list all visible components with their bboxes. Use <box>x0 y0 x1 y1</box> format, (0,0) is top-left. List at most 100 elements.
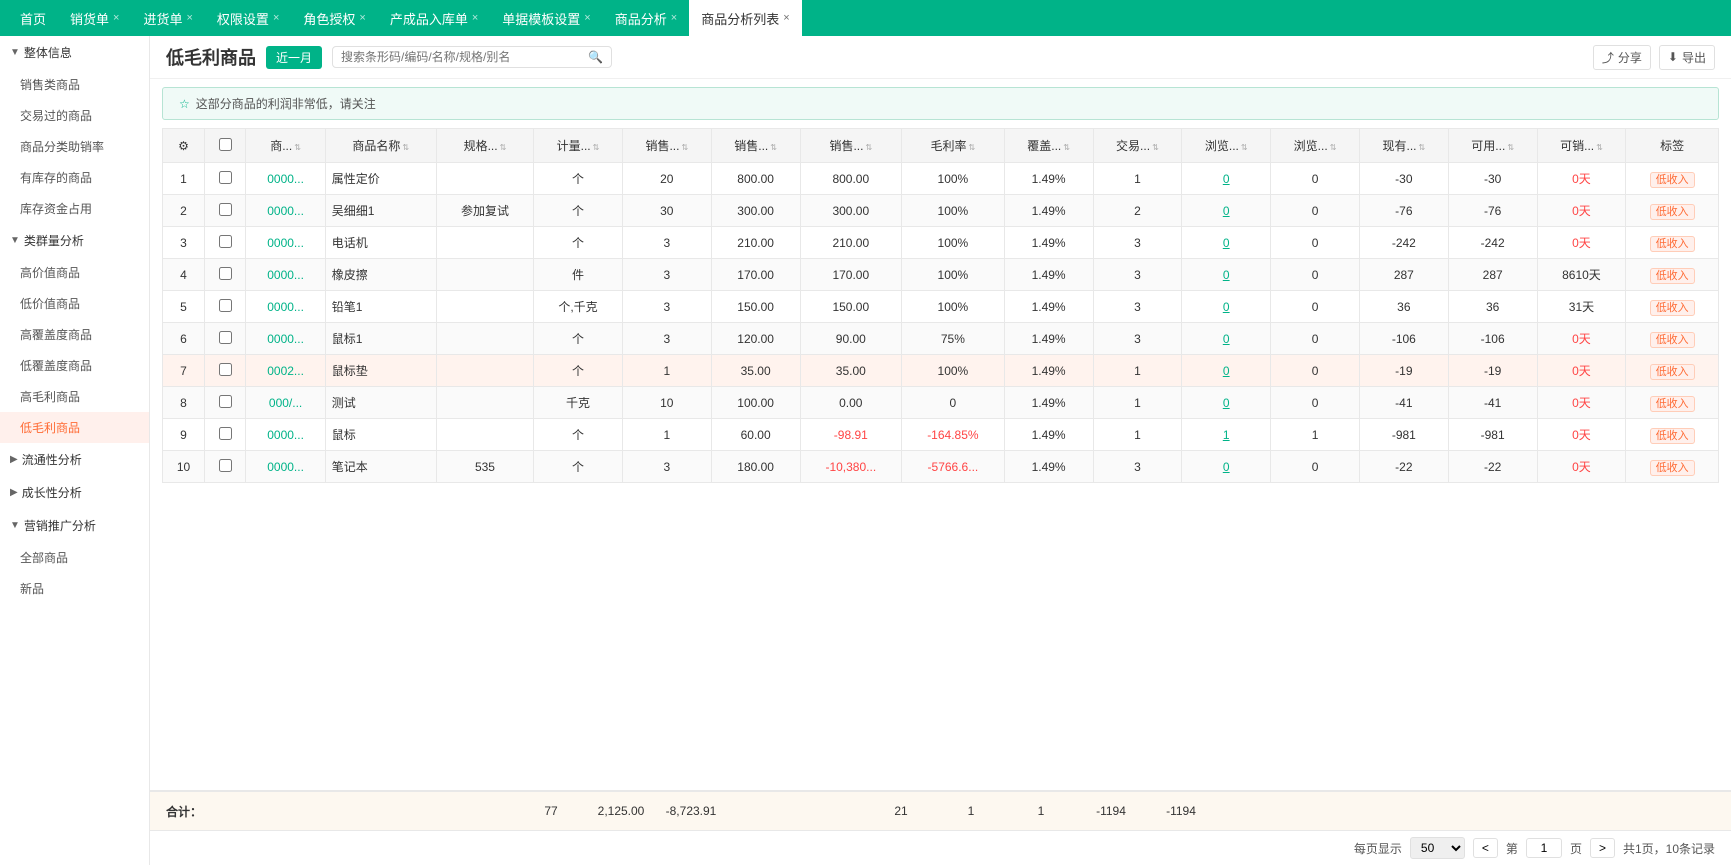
row-views1[interactable]: 0 <box>1182 227 1271 259</box>
sidebar-item-sales-products[interactable]: 销售类商品 <box>0 69 149 100</box>
row-checkbox[interactable] <box>205 451 246 483</box>
sort-icon[interactable]: ⇅ <box>1241 143 1248 152</box>
page-size-select[interactable]: 50 20 100 <box>1410 837 1465 859</box>
close-icon[interactable]: × <box>273 12 279 24</box>
row-gross-margin: -5766.6... <box>902 451 1005 483</box>
sort-icon[interactable]: ⇅ <box>969 143 976 152</box>
row-checkbox[interactable] <box>205 163 246 195</box>
row-views1[interactable]: 0 <box>1182 355 1271 387</box>
row-views1[interactable]: 0 <box>1182 323 1271 355</box>
page-number-input[interactable] <box>1526 838 1562 858</box>
sidebar-section-marketing[interactable]: ▼ 营销推广分析 <box>0 509 149 542</box>
sort-icon[interactable]: ⇅ <box>294 143 301 152</box>
search-icon[interactable]: 🔍 <box>588 50 603 64</box>
share-button[interactable]: ⤴ 分享 <box>1593 45 1651 70</box>
tag-badge: 低收入 <box>1650 172 1695 188</box>
row-views2: 1 <box>1271 419 1360 451</box>
settings-icon[interactable]: ⚙ <box>178 139 189 153</box>
sidebar-item-low-value[interactable]: 低价值商品 <box>0 288 149 319</box>
row-views1[interactable]: 1 <box>1182 419 1271 451</box>
sidebar-item-low-coverage[interactable]: 低覆盖度商品 <box>0 350 149 381</box>
row-checkbox[interactable] <box>205 355 246 387</box>
nav-role-auth[interactable]: 角色授权 × <box>291 0 377 36</box>
row-sales-price: 60.00 <box>711 419 800 451</box>
sort-icon[interactable]: ⇅ <box>1330 143 1337 152</box>
sort-icon[interactable]: ⇅ <box>1596 143 1603 152</box>
row-checkbox[interactable] <box>205 291 246 323</box>
row-checkbox[interactable] <box>205 323 246 355</box>
close-icon[interactable]: × <box>359 12 365 24</box>
sidebar-item-traded-products[interactable]: 交易过的商品 <box>0 100 149 131</box>
sidebar-item-high-coverage[interactable]: 高覆盖度商品 <box>0 319 149 350</box>
next-page-button[interactable]: > <box>1590 838 1615 858</box>
sidebar-item-high-margin[interactable]: 高毛利商品 <box>0 381 149 412</box>
nav-sales-order[interactable]: 销货单 × <box>58 0 131 36</box>
nav-template-settings[interactable]: 单据模板设置 × <box>490 0 602 36</box>
nav-product-analysis-list[interactable]: 商品分析列表 × <box>689 0 801 36</box>
row-coverage: 1.49% <box>1004 323 1093 355</box>
col-name: 商品名称⇅ <box>325 129 436 163</box>
sidebar-item-low-margin[interactable]: 低毛利商品 <box>0 412 149 443</box>
row-transactions: 1 <box>1093 163 1182 195</box>
row-views1[interactable]: 0 <box>1182 195 1271 227</box>
row-unit: 个 <box>534 195 623 227</box>
close-icon[interactable]: × <box>113 12 119 24</box>
sidebar-section-growth[interactable]: ▶ 成长性分析 <box>0 476 149 509</box>
sidebar-item-new-products[interactable]: 新品 <box>0 573 149 604</box>
sort-icon[interactable]: ⇅ <box>1419 143 1426 152</box>
footer-spacer2 <box>726 807 796 815</box>
period-button[interactable]: 近一月 <box>266 46 322 69</box>
close-icon[interactable]: × <box>671 12 677 24</box>
sort-icon[interactable]: ⇅ <box>402 143 409 152</box>
col-settings[interactable]: ⚙ <box>163 129 205 163</box>
close-icon[interactable]: × <box>186 12 192 24</box>
search-input[interactable] <box>341 50 584 64</box>
sort-icon[interactable]: ⇅ <box>865 143 872 152</box>
nav-purchase-order[interactable]: 进货单 × <box>131 0 204 36</box>
sidebar-section-overall[interactable]: ▼ 整体信息 <box>0 36 149 69</box>
sort-icon[interactable]: ⇅ <box>1063 143 1070 152</box>
row-checkbox[interactable] <box>205 227 246 259</box>
nav-home[interactable]: 首页 <box>8 0 58 36</box>
sidebar-item-high-value[interactable]: 高价值商品 <box>0 257 149 288</box>
sidebar-item-stock-capital[interactable]: 库存资金占用 <box>0 193 149 224</box>
nav-permissions[interactable]: 权限设置 × <box>205 0 291 36</box>
sort-icon[interactable]: ⇅ <box>770 143 777 152</box>
row-views1[interactable]: 0 <box>1182 163 1271 195</box>
close-icon[interactable]: × <box>472 12 478 24</box>
row-checkbox[interactable] <box>205 419 246 451</box>
sidebar-section-circulation[interactable]: ▶ 流通性分析 <box>0 443 149 476</box>
sidebar-item-in-stock[interactable]: 有库存的商品 <box>0 162 149 193</box>
select-all-checkbox[interactable] <box>219 138 232 151</box>
row-views1[interactable]: 0 <box>1182 451 1271 483</box>
export-button[interactable]: ⬇ 导出 <box>1659 45 1715 70</box>
row-checkbox[interactable] <box>205 387 246 419</box>
row-views1[interactable]: 0 <box>1182 259 1271 291</box>
close-icon[interactable]: × <box>783 12 789 24</box>
row-checkbox[interactable] <box>205 195 246 227</box>
row-checkbox[interactable] <box>205 259 246 291</box>
prev-page-button[interactable]: < <box>1473 838 1498 858</box>
row-views2: 0 <box>1271 451 1360 483</box>
col-checkbox[interactable] <box>205 129 246 163</box>
row-sales-qty: 1 <box>622 355 711 387</box>
sidebar-section-cluster[interactable]: ▼ 类群量分析 <box>0 224 149 257</box>
nav-product-inbound[interactable]: 产成品入库单 × <box>378 0 490 36</box>
sort-icon[interactable]: ⇅ <box>1152 143 1159 152</box>
row-unit: 个 <box>534 323 623 355</box>
row-views1[interactable]: 0 <box>1182 291 1271 323</box>
row-coverage: 1.49% <box>1004 419 1093 451</box>
sort-icon[interactable]: ⇅ <box>1507 143 1514 152</box>
nav-product-analysis[interactable]: 商品分析 × <box>603 0 689 36</box>
col-code: 商...⇅ <box>246 129 325 163</box>
close-icon[interactable]: × <box>584 12 590 24</box>
row-spec <box>436 355 533 387</box>
sidebar-item-all-products[interactable]: 全部商品 <box>0 542 149 573</box>
row-tag: 低收入 <box>1626 387 1719 419</box>
sort-icon[interactable]: ⇅ <box>593 143 600 152</box>
sort-icon[interactable]: ⇅ <box>500 143 507 152</box>
sidebar-item-category-rate[interactable]: 商品分类助销率 <box>0 131 149 162</box>
row-gross-margin: 100% <box>902 291 1005 323</box>
sort-icon[interactable]: ⇅ <box>681 143 688 152</box>
row-views1[interactable]: 0 <box>1182 387 1271 419</box>
